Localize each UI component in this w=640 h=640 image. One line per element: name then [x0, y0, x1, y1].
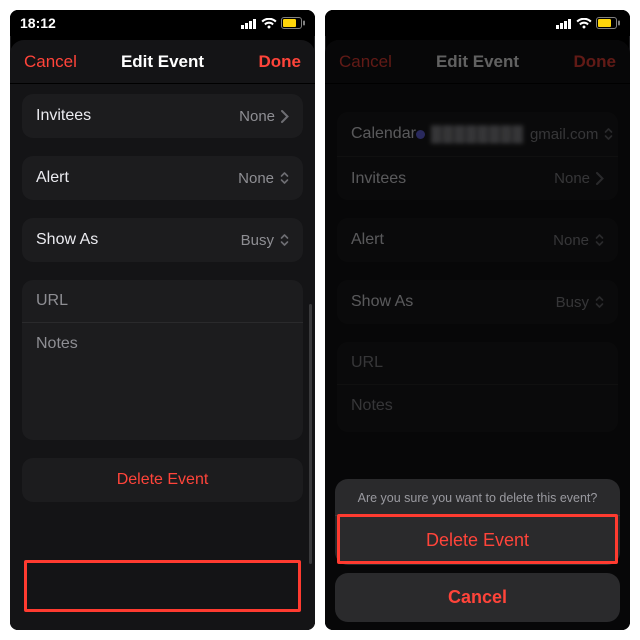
alert-row[interactable]: Alert None: [337, 218, 618, 262]
signal-icon: [241, 18, 257, 29]
cancel-button[interactable]: Cancel: [339, 52, 399, 72]
phone-left: 18:12 Cancel Edit Event Done Invitees No…: [10, 10, 315, 630]
updown-icon: [280, 233, 289, 247]
sheet-header: Cancel Edit Event Done: [325, 40, 630, 84]
done-button[interactable]: Done: [241, 52, 301, 72]
notes-input[interactable]: Notes: [337, 384, 618, 427]
status-right: [556, 17, 620, 29]
action-sheet-title: Are you sure you want to delete this eve…: [335, 479, 620, 516]
row-value: None: [554, 170, 604, 187]
edit-event-sheet: Cancel Edit Event Done Invitees None: [10, 40, 315, 630]
status-bar: 18:12: [10, 10, 315, 36]
wifi-icon: [576, 18, 592, 29]
row-label: Alert: [36, 169, 69, 187]
showas-group: Show As Busy: [337, 280, 618, 324]
form-list: Invitees None Alert None: [10, 84, 315, 630]
updown-icon: [595, 295, 604, 309]
alert-group: Alert None: [22, 156, 303, 200]
invitees-group: Invitees None: [22, 94, 303, 138]
url-input[interactable]: URL: [337, 342, 618, 384]
sheet-title: Edit Event: [121, 52, 204, 72]
row-label: Show As: [351, 293, 413, 311]
row-label: Calendar: [351, 125, 416, 143]
phone-right: Cancel Edit Event Done Calendar ████████…: [325, 10, 630, 630]
row-label: Show As: [36, 231, 98, 249]
delete-event-button[interactable]: Delete Event: [22, 458, 303, 502]
showas-row[interactable]: Show As Busy: [22, 218, 303, 262]
done-button[interactable]: Done: [556, 52, 616, 72]
showas-group: Show As Busy: [22, 218, 303, 262]
status-bar: [325, 10, 630, 36]
updown-icon: [604, 127, 613, 141]
url-notes-group: URL Notes: [22, 280, 303, 440]
alert-group: Alert None: [337, 218, 618, 262]
updown-icon: [595, 233, 604, 247]
calendar-invitees-group: Calendar ████████ gmail.com Invitees Non…: [337, 112, 618, 200]
action-sheet-cancel-button[interactable]: Cancel: [335, 573, 620, 622]
url-notes-group: URL Notes: [337, 342, 618, 432]
row-value: None: [553, 232, 604, 249]
url-input[interactable]: URL: [22, 280, 303, 322]
chevron-right-icon: [596, 172, 604, 185]
delete-action-sheet: Are you sure you want to delete this eve…: [335, 479, 620, 622]
sheet-header: Cancel Edit Event Done: [10, 40, 315, 84]
status-time: 18:12: [20, 15, 56, 31]
signal-icon: [556, 18, 572, 29]
row-label: Invitees: [36, 107, 91, 125]
row-value: None: [239, 108, 289, 125]
edit-event-sheet: Cancel Edit Event Done Calendar ████████…: [325, 40, 630, 630]
chevron-right-icon: [281, 110, 289, 123]
wifi-icon: [261, 18, 277, 29]
invitees-row[interactable]: Invitees None: [337, 156, 618, 200]
notes-input[interactable]: Notes: [22, 322, 303, 365]
row-value: Busy: [241, 232, 289, 249]
updown-icon: [280, 171, 289, 185]
screenshot-pair: 18:12 Cancel Edit Event Done Invitees No…: [0, 0, 640, 640]
battery-icon: [596, 17, 620, 29]
calendar-color-dot: [416, 130, 425, 139]
status-right: [241, 17, 305, 29]
alert-row[interactable]: Alert None: [22, 156, 303, 200]
action-sheet-main-group: Are you sure you want to delete this eve…: [335, 479, 620, 565]
battery-icon: [281, 17, 305, 29]
row-value: Busy: [556, 294, 604, 311]
calendar-redacted: ████████: [431, 126, 524, 143]
cancel-button[interactable]: Cancel: [24, 52, 84, 72]
invitees-row[interactable]: Invitees None: [22, 94, 303, 138]
showas-row[interactable]: Show As Busy: [337, 280, 618, 324]
action-sheet-delete-button[interactable]: Delete Event: [335, 516, 620, 565]
calendar-row[interactable]: Calendar ████████ gmail.com: [337, 112, 618, 156]
row-label: Invitees: [351, 170, 406, 188]
row-value: None: [238, 170, 289, 187]
sheet-title: Edit Event: [436, 52, 519, 72]
scroll-indicator: [309, 304, 312, 564]
delete-event-group: Delete Event: [22, 458, 303, 502]
row-value: ████████ gmail.com: [416, 126, 613, 143]
row-label: Alert: [351, 231, 384, 249]
